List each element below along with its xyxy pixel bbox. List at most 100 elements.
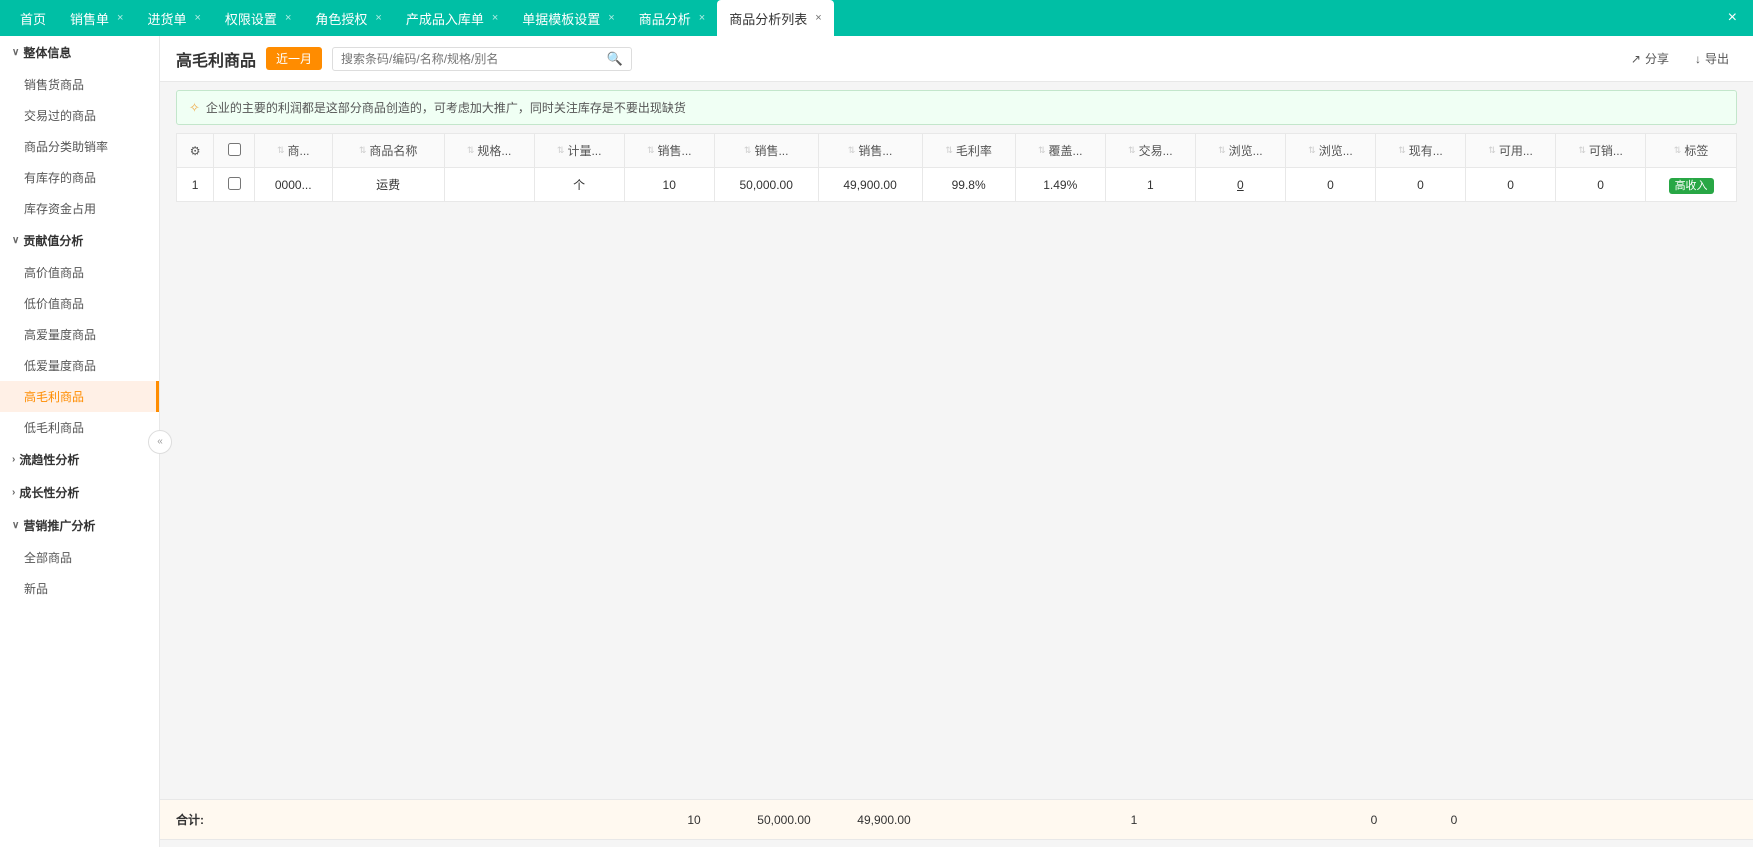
footer-cell-15: 0 <box>1414 813 1494 827</box>
sort-icon-browse1[interactable]: ⇅ <box>1218 145 1226 156</box>
browse-link[interactable]: 0 <box>1237 178 1244 192</box>
bottom-scrollbar[interactable] <box>160 839 1753 847</box>
cell-sale_amount: 50,000.00 <box>714 168 818 202</box>
cell-trade[interactable]: 1 <box>1105 168 1195 202</box>
col-header-saleable[interactable]: ⇅可销... <box>1556 134 1646 168</box>
col-header-sale_profit[interactable]: ⇅销售... <box>818 134 922 168</box>
select-all-checkbox[interactable] <box>228 143 241 156</box>
sidebar-item-4-0[interactable]: 全部商品 <box>0 542 159 573</box>
nav-close-icon[interactable]: × <box>608 12 614 24</box>
nav-close-icon[interactable]: × <box>815 12 821 24</box>
nav-item-进货单[interactable]: 进货单× <box>135 0 212 36</box>
nav-item-产成品入库单[interactable]: 产成品入库单× <box>394 0 510 36</box>
col-header-unit[interactable]: ⇅计量... <box>534 134 624 168</box>
col-header-spec[interactable]: ⇅规格... <box>444 134 534 168</box>
search-box[interactable]: 🔍 <box>332 47 632 71</box>
search-input[interactable] <box>341 52 603 66</box>
nav-close-icon[interactable]: × <box>117 12 123 24</box>
sort-icon-sale_amount[interactable]: ⇅ <box>744 145 752 156</box>
col-header-current[interactable]: ⇅现有... <box>1375 134 1465 168</box>
sidebar-section-2[interactable]: ›流趋性分析 <box>0 443 159 476</box>
footer-cell-0 <box>224 813 264 827</box>
col-header-name[interactable]: ⇅商品名称 <box>332 134 444 168</box>
sidebar-item-1-0[interactable]: 高价值商品 <box>0 257 159 288</box>
col-header-browse2[interactable]: ⇅浏览... <box>1285 134 1375 168</box>
col-header-coverage[interactable]: ⇅覆盖... <box>1015 134 1105 168</box>
export-button[interactable]: ↓ 导出 <box>1687 46 1737 71</box>
sort-icon-gross_margin[interactable]: ⇅ <box>945 145 953 156</box>
sort-icon-unit[interactable]: ⇅ <box>557 145 565 156</box>
settings-icon[interactable]: ⚙ <box>190 144 201 158</box>
col-header-available[interactable]: ⇅可用... <box>1466 134 1556 168</box>
sidebar-item-0-4[interactable]: 库存资金占用 <box>0 193 159 224</box>
section-arrow-icon: › <box>12 487 15 498</box>
sort-icon-name[interactable]: ⇅ <box>359 145 367 156</box>
nav-close-icon[interactable]: × <box>699 12 705 24</box>
nav-item-首页[interactable]: 首页 <box>8 0 58 36</box>
nav-item-商品分析[interactable]: 商品分析× <box>627 0 717 36</box>
sort-icon-browse2[interactable]: ⇅ <box>1308 145 1316 156</box>
sidebar-item-4-1[interactable]: 新品 <box>0 573 159 604</box>
footer-label: 合计: <box>176 811 224 828</box>
sidebar-item-1-4[interactable]: 高毛利商品 <box>0 381 159 412</box>
footer-cell-8: 49,900.00 <box>834 813 934 827</box>
nav-item-商品分析列表[interactable]: 商品分析列表× <box>717 0 833 36</box>
sort-icon-current[interactable]: ⇅ <box>1398 145 1406 156</box>
col-header-sale_qty[interactable]: ⇅销售... <box>624 134 714 168</box>
sort-icon-sale_qty[interactable]: ⇅ <box>647 145 655 156</box>
sidebar-item-1-1[interactable]: 低价值商品 <box>0 288 159 319</box>
period-button[interactable]: 近一月 <box>266 47 322 70</box>
nav-item-销售单[interactable]: 销售单× <box>58 0 135 36</box>
nav-close-icon[interactable]: × <box>285 12 291 24</box>
window-close-button[interactable]: × <box>1720 9 1745 27</box>
sort-icon-available[interactable]: ⇅ <box>1488 145 1496 156</box>
row-checkbox[interactable] <box>228 177 241 190</box>
share-button[interactable]: ↗ 分享 <box>1623 46 1677 71</box>
col-header-code[interactable]: ⇅商... <box>254 134 332 168</box>
col-header-trade[interactable]: ⇅交易... <box>1105 134 1195 168</box>
sidebar-item-0-1[interactable]: 交易过的商品 <box>0 100 159 131</box>
cell-gross_margin: 99.8% <box>922 168 1015 202</box>
cell-unit: 个 <box>534 168 624 202</box>
section-arrow-icon: ∨ <box>12 520 19 531</box>
col-header-settings: ⚙ <box>177 134 214 168</box>
sort-icon-trade[interactable]: ⇅ <box>1128 145 1136 156</box>
col-label-saleable: 可销... <box>1589 142 1623 159</box>
col-header-gross_margin[interactable]: ⇅毛利率 <box>922 134 1015 168</box>
col-header-browse1[interactable]: ⇅浏览... <box>1195 134 1285 168</box>
sort-icon-spec[interactable]: ⇅ <box>467 145 475 156</box>
nav-close-icon[interactable]: × <box>492 12 498 24</box>
sidebar-item-0-0[interactable]: 销售货商品 <box>0 69 159 100</box>
sort-icon-code[interactable]: ⇅ <box>277 145 285 156</box>
col-header-checkbox <box>214 134 255 168</box>
col-header-sale_amount[interactable]: ⇅销售... <box>714 134 818 168</box>
nav-close-icon[interactable]: × <box>375 12 381 24</box>
sidebar-section-4[interactable]: ∨营销推广分析 <box>0 509 159 542</box>
sidebar: ∨整体信息销售货商品交易过的商品商品分类助销率有库存的商品库存资金占用∨贡献值分… <box>0 36 160 847</box>
sidebar-item-1-3[interactable]: 低爱量度商品 <box>0 350 159 381</box>
sort-icon-saleable[interactable]: ⇅ <box>1578 145 1586 156</box>
nav-close-icon[interactable]: × <box>194 12 200 24</box>
footer-total: 合计: 1050,000.0049,900.00100 <box>160 799 1753 839</box>
sidebar-item-0-2[interactable]: 商品分类助销率 <box>0 131 159 162</box>
col-label-browse2: 浏览... <box>1319 142 1353 159</box>
footer-cell-10 <box>1014 813 1094 827</box>
col-header-tag[interactable]: ⇅标签 <box>1646 134 1737 168</box>
sidebar-item-1-5[interactable]: 低毛利商品 <box>0 412 159 443</box>
sidebar-item-1-2[interactable]: 高爱量度商品 <box>0 319 159 350</box>
table-container[interactable]: ⚙⇅商...⇅商品名称⇅规格...⇅计量...⇅销售...⇅销售...⇅销售..… <box>176 133 1737 799</box>
sidebar-toggle-button[interactable]: « <box>148 430 172 454</box>
sort-icon-coverage[interactable]: ⇅ <box>1038 145 1046 156</box>
sort-icon-tag[interactable]: ⇅ <box>1674 145 1682 156</box>
sidebar-section-0[interactable]: ∨整体信息 <box>0 36 159 69</box>
sidebar-section-1[interactable]: ∨贡献值分析 <box>0 224 159 257</box>
nav-item-单据模板设置[interactable]: 单据模板设置× <box>510 0 626 36</box>
nav-item-角色授权[interactable]: 角色授权× <box>303 0 393 36</box>
section-label: 整体信息 <box>23 44 71 61</box>
sidebar-section-3[interactable]: ›成长性分析 <box>0 476 159 509</box>
sidebar-item-0-3[interactable]: 有库存的商品 <box>0 162 159 193</box>
cell-available: 0 <box>1466 168 1556 202</box>
nav-item-权限设置[interactable]: 权限设置× <box>213 0 303 36</box>
cell-code: 0000... <box>254 168 332 202</box>
sort-icon-sale_profit[interactable]: ⇅ <box>848 145 856 156</box>
